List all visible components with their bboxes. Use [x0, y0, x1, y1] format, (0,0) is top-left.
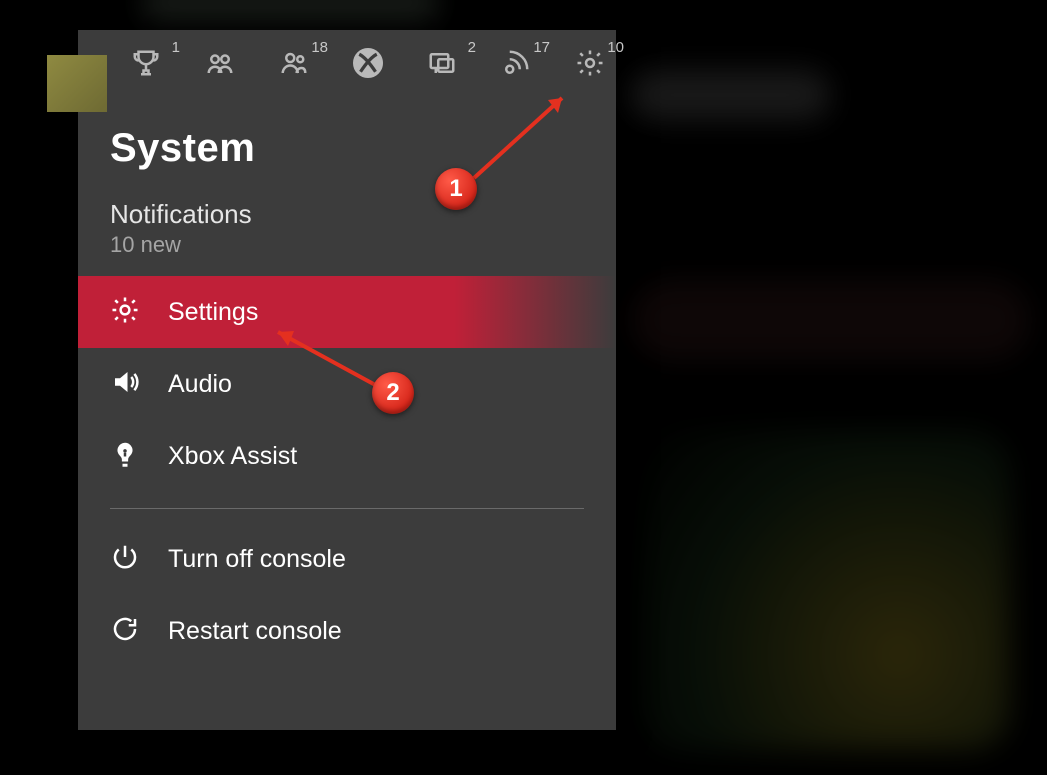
annotation-step-2: 2	[372, 372, 414, 414]
annotation-step-1: 1	[435, 168, 477, 210]
annotation-arrow-2	[0, 0, 1047, 775]
